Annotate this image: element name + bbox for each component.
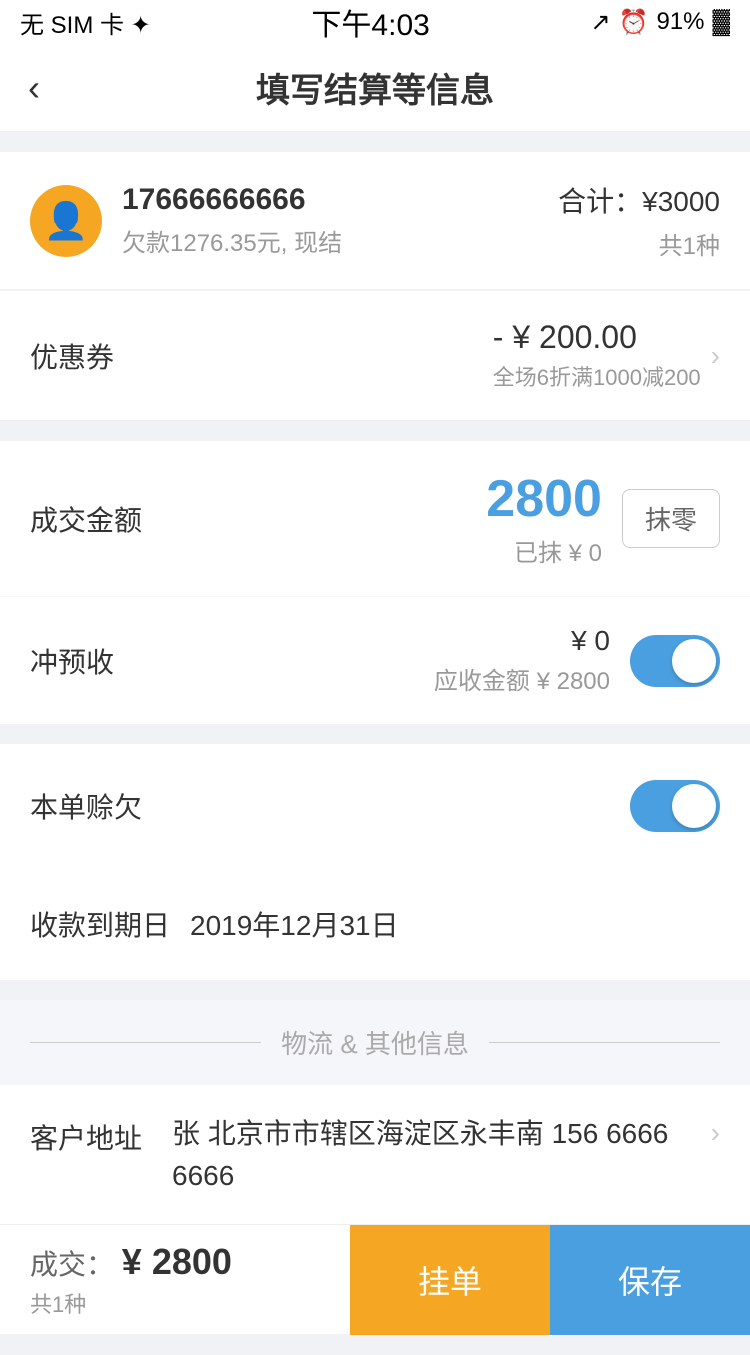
address-value: 张 北京市市辖区海淀区永丰南 156 6666 6666 [172,1113,681,1197]
alarm-icon: ⏰ [619,8,649,37]
debt-label: 本单赊欠 [30,786,142,826]
amount-sub: 已抹 ¥ 0 [486,533,602,568]
prepay-right: ¥ 0 应收金额 ¥ 2800 [434,625,720,696]
section-divider-3 [0,980,750,1000]
prepay-toggle[interactable] [630,635,720,687]
bottom-summary-value: ¥ 2800 [122,1241,232,1282]
amount-value-block: 2800 已抹 ¥ 0 [486,469,602,568]
prepay-value-block: ¥ 0 应收金额 ¥ 2800 [434,625,610,696]
toggle-circle [672,639,716,683]
avatar-icon: 👤 [44,200,89,242]
logistics-line-left [30,1042,261,1043]
logistics-line-right [489,1042,720,1043]
avatar: 👤 [30,185,102,257]
battery-icon: ▓ [713,8,731,36]
customer-card: 👤 17666666666 欠款1276.35元, 现结 合计：¥3000 共1… [0,152,750,289]
nav-bar: ‹ 填写结算等信息 [0,44,750,132]
coupon-label: 优惠券 [30,336,114,376]
amount-row: 成交金额 2800 已抹 ¥ 0 抹零 [0,441,750,597]
status-bar-time: 下午4:03 [311,0,429,44]
battery-indicator: 91% [656,8,704,36]
coupon-amount: - ¥ 200.00 [493,319,701,356]
round-button[interactable]: 抹零 [622,489,720,548]
debt-toggle-circle [672,784,716,828]
due-date-value: 2019年12月31日 [190,904,399,944]
due-date-label: 收款到期日 [30,904,170,944]
save-button[interactable]: 保存 [550,1225,750,1335]
logistics-section-header: 物流 & 其他信息 [0,1000,750,1085]
status-bar-right: ↗ ⏰ 91% ▓ [590,8,730,37]
prepay-sub: 应收金额 ¥ 2800 [434,661,610,696]
debt-toggle[interactable] [630,780,720,832]
address-row[interactable]: 客户地址 张 北京市市辖区海淀区永丰南 156 6666 6666 › [0,1085,750,1225]
customer-phone: 17666666666 [122,183,342,217]
prepay-row: 冲预收 ¥ 0 应收金额 ¥ 2800 [0,597,750,724]
due-date-row: 收款到期日 2019年12月31日 [0,868,750,980]
prepay-amount: ¥ 0 [434,625,610,657]
customer-right: 合计：¥3000 共1种 [558,180,720,261]
customer-debt: 欠款1276.35元, 现结 [122,223,342,258]
bottom-summary: 成交： ¥ 2800 共1种 [0,1241,350,1319]
logistics-title: 物流 & 其他信息 [281,1024,469,1061]
bottom-summary-label: 成交： [30,1249,114,1280]
customer-info: 17666666666 欠款1276.35元, 现结 [122,183,342,258]
section-divider-1 [0,421,750,441]
hang-button[interactable]: 挂单 [350,1225,550,1335]
coupon-desc: 全场6折满1000减200 [493,360,701,392]
location-icon: ↗ [590,8,610,37]
coupon-chevron-icon: › [711,340,720,372]
customer-total: 合计：¥3000 [558,180,720,220]
address-label: 客户地址 [30,1113,142,1157]
amount-value: 2800 [486,469,602,529]
debt-row: 本单赊欠 [0,744,750,868]
back-button[interactable]: ‹ [28,67,40,109]
coupon-value-block: - ¥ 200.00 全场6折满1000减200 [493,319,701,392]
section-divider-2 [0,724,750,744]
amount-right: 2800 已抹 ¥ 0 抹零 [486,469,720,568]
nav-title: 填写结算等信息 [256,63,494,112]
prepay-label: 冲预收 [30,641,114,681]
coupon-row[interactable]: 优惠券 - ¥ 200.00 全场6折满1000减200 › [0,291,750,421]
address-chevron-icon: › [711,1113,720,1149]
sim-wifi-indicator: 无 SIM 卡 ✦ [20,5,151,40]
status-bar: 无 SIM 卡 ✦ 下午4:03 ↗ ⏰ 91% ▓ [0,0,750,44]
status-bar-left: 无 SIM 卡 ✦ [20,5,151,40]
coupon-right: - ¥ 200.00 全场6折满1000减200 › [493,319,720,392]
bottom-summary-main: 成交： ¥ 2800 [30,1241,320,1283]
customer-count: 共1种 [558,226,720,261]
customer-left: 👤 17666666666 欠款1276.35元, 现结 [30,183,342,258]
bottom-summary-count: 共1种 [30,1287,320,1319]
bottom-bar: 成交： ¥ 2800 共1种 挂单 保存 [0,1224,750,1334]
amount-label: 成交金额 [30,499,142,539]
